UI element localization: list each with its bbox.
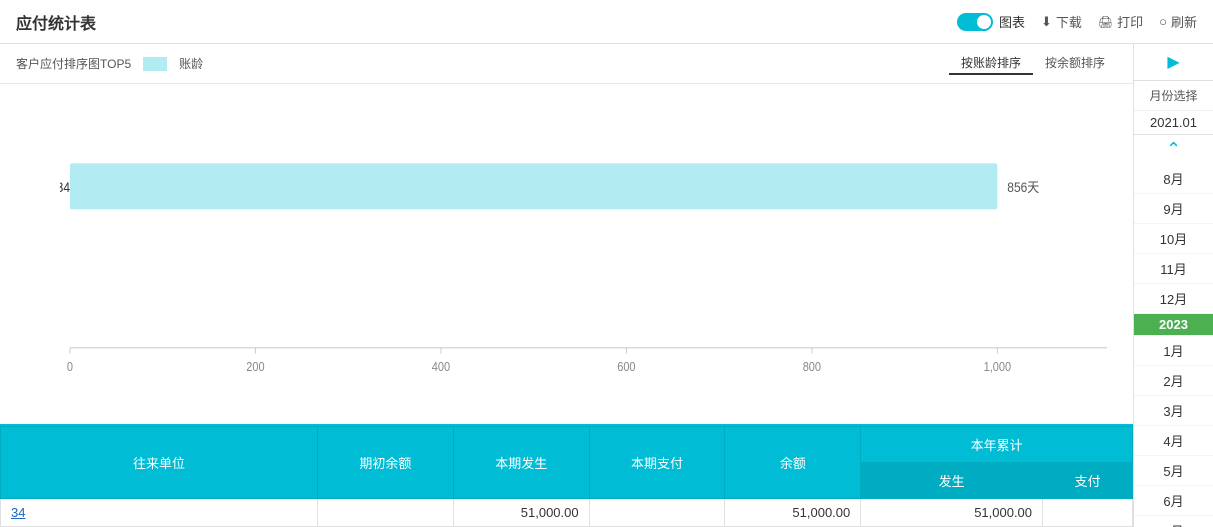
sort-by-age-button[interactable]: 按账龄排序 — [949, 52, 1033, 75]
bar-chart: 34 856天 0 200 400 600 800 1,000 — [60, 94, 1117, 394]
month-item[interactable]: 9月 — [1134, 194, 1213, 224]
month-nav-up-button[interactable]: ⌃ — [1134, 135, 1213, 164]
cell-ytd-occur: 51,000.00 — [861, 499, 1043, 527]
month-item[interactable]: 8月 — [1134, 164, 1213, 194]
sidebar-label: 月份选择 — [1134, 81, 1213, 111]
print-icon — [1098, 14, 1113, 29]
month-item[interactable]: 11月 — [1134, 254, 1213, 284]
chart-area: 34 856天 0 200 400 600 800 1,000 — [0, 84, 1133, 424]
cell-opening — [317, 499, 453, 527]
download-icon — [1041, 14, 1052, 30]
sort-buttons: 按账龄排序 按余额排序 — [949, 52, 1117, 75]
chart-toggle-wrap[interactable]: 图表 — [957, 12, 1025, 31]
download-button[interactable]: 下载 — [1041, 12, 1082, 31]
cell-ytd-pay — [1043, 499, 1133, 527]
month-item[interactable]: 5月 — [1134, 456, 1213, 486]
unit-link[interactable]: 34 — [11, 505, 25, 520]
col-current-pay-header: 本期支付 — [589, 427, 725, 499]
month-item[interactable]: 12月 — [1134, 284, 1213, 314]
month-item[interactable]: 1月 — [1134, 336, 1213, 366]
svg-text:1,000: 1,000 — [984, 359, 1012, 374]
col-ytd-header: 本年累计 — [861, 427, 1133, 463]
header-actions: 图表 下载 打印 刷新 — [957, 12, 1197, 31]
refresh-button[interactable]: 刷新 — [1159, 12, 1197, 31]
refresh-label: 刷新 — [1171, 12, 1197, 31]
toggle-label: 图表 — [999, 12, 1025, 31]
col-opening-header: 期初余额 — [317, 427, 453, 499]
data-table: 往来单位 期初余额 本期发生 本期支付 余额 本年累计 发生 支付 — [0, 426, 1133, 527]
legend-box-label: 账龄 — [179, 55, 203, 72]
chart-toggle[interactable] — [957, 13, 993, 31]
cell-current-occur: 51,000.00 — [453, 499, 589, 527]
download-label: 下载 — [1056, 12, 1082, 31]
collapse-icon: ▶ — [1167, 52, 1179, 72]
legend-box — [143, 57, 167, 71]
chart-legend: 客户应付排序图TOP5 账龄 — [16, 55, 203, 72]
month-item[interactable]: 4月 — [1134, 426, 1213, 456]
col-balance-header: 余额 — [725, 427, 861, 499]
col-ytd-pay-header: 支付 — [1043, 463, 1133, 499]
month-item[interactable]: 10月 — [1134, 224, 1213, 254]
data-table-section: 往来单位 期初余额 本期发生 本期支付 余额 本年累计 发生 支付 — [0, 424, 1133, 527]
col-ytd-occur-header: 发生 — [861, 463, 1043, 499]
svg-text:200: 200 — [246, 359, 265, 374]
year-input[interactable] — [1134, 111, 1213, 135]
svg-text:34: 34 — [60, 179, 70, 195]
print-button[interactable]: 打印 — [1098, 12, 1143, 31]
legend-title: 客户应付排序图TOP5 — [16, 55, 131, 72]
print-label: 打印 — [1117, 12, 1143, 31]
table-row: 34 51,000.00 51,000.00 51,000.00 — [1, 499, 1133, 527]
svg-text:800: 800 — [803, 359, 822, 374]
svg-text:0: 0 — [67, 359, 73, 374]
month-item[interactable]: 2月 — [1134, 366, 1213, 396]
month-item[interactable]: 7月 — [1134, 516, 1213, 527]
cell-balance: 51,000.00 — [725, 499, 861, 527]
sidebar-collapse-button[interactable]: ▶ — [1134, 44, 1213, 81]
cell-current-pay — [589, 499, 725, 527]
col-current-occur-header: 本期发生 — [453, 427, 589, 499]
cell-unit[interactable]: 34 — [1, 499, 318, 527]
svg-text:600: 600 — [617, 359, 636, 374]
svg-text:856天: 856天 — [1007, 179, 1039, 195]
col-unit-header: 往来单位 — [1, 427, 318, 499]
page-title: 应付统计表 — [16, 10, 96, 34]
sort-by-balance-button[interactable]: 按余额排序 — [1033, 52, 1117, 75]
month-sidebar: ▶ 月份选择 ⌃ 8月9月10月11月12月20231月2月3月4月5月6月7月… — [1133, 44, 1213, 527]
svg-text:400: 400 — [432, 359, 451, 374]
month-list: 8月9月10月11月12月20231月2月3月4月5月6月7月 — [1134, 164, 1213, 527]
month-item[interactable]: 6月 — [1134, 486, 1213, 516]
refresh-icon — [1159, 14, 1167, 29]
month-item[interactable]: 2023 — [1134, 314, 1213, 336]
month-item[interactable]: 3月 — [1134, 396, 1213, 426]
